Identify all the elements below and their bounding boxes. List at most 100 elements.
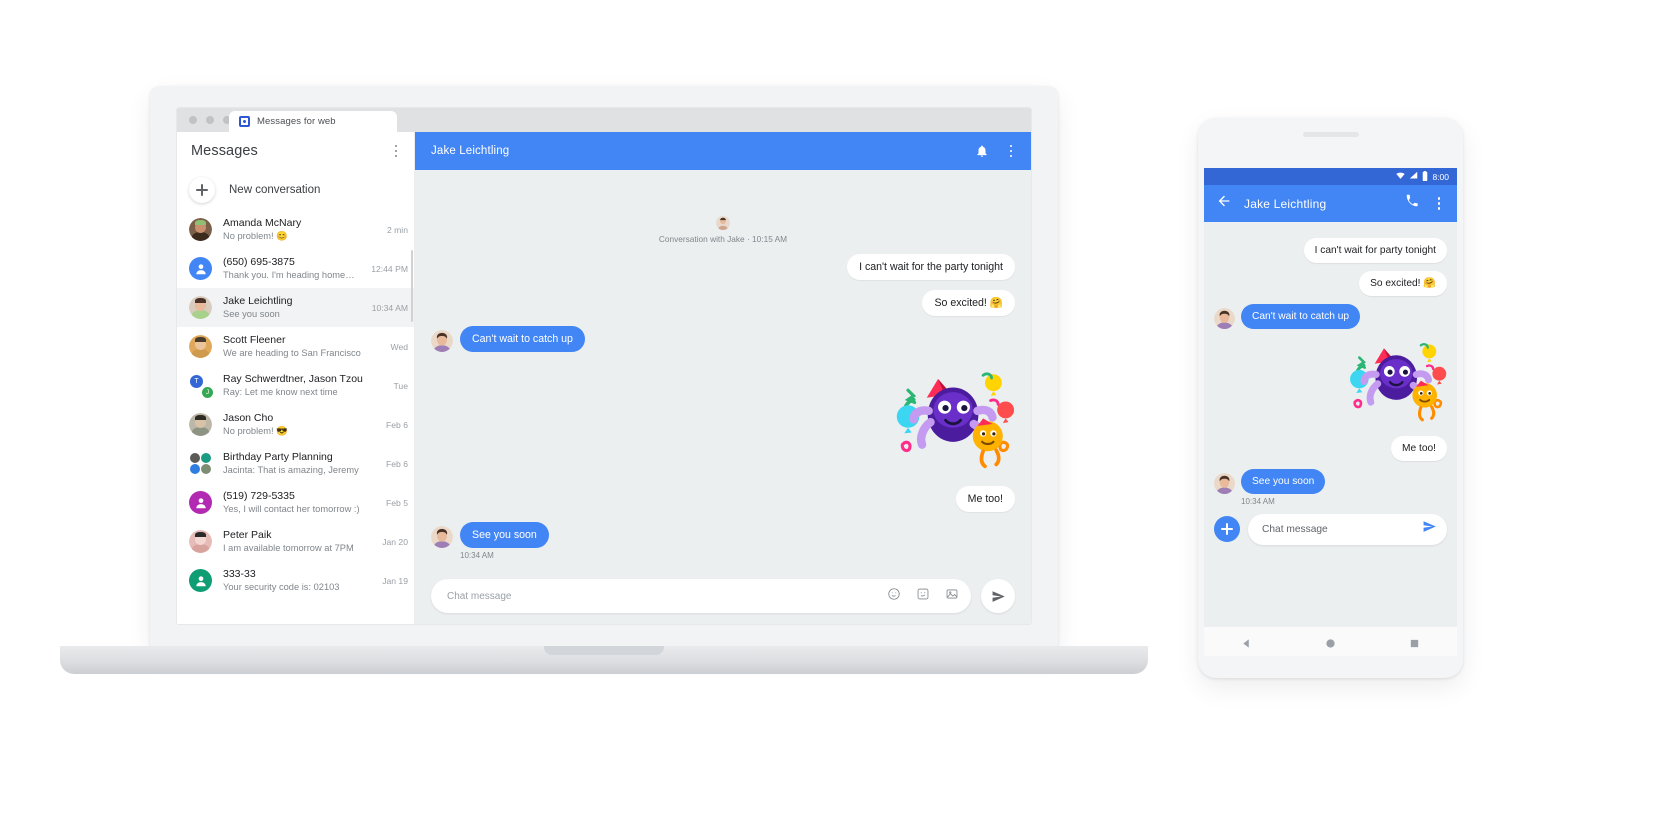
phone-nav-bar: [1204, 626, 1457, 656]
conversation-text: Ray Schwerdtner, Jason Tzou Ray: Let me k…: [223, 373, 379, 399]
more-vert-icon[interactable]: [388, 143, 404, 159]
chat-input-placeholder: Chat message: [447, 590, 512, 602]
avatar: [1214, 308, 1235, 329]
nav-back-triangle-icon[interactable]: [1241, 636, 1252, 648]
send-paper-plane-icon[interactable]: [981, 579, 1015, 613]
chat-more-vert-icon[interactable]: [1003, 143, 1019, 159]
message-row-out: I can't wait for party tonight: [1214, 238, 1447, 263]
message-row-out: Me too!: [431, 486, 1015, 512]
conversation-name: Jake Leichtling: [223, 294, 293, 307]
conversation-name: Amanda McNary: [223, 216, 302, 229]
sticker-icon[interactable]: [916, 587, 930, 606]
new-conversation-button[interactable]: New conversation: [177, 170, 414, 210]
phone-clock: 8:00: [1432, 171, 1449, 182]
avatar: [189, 569, 212, 592]
conversation-timestamp: 10:34 AM: [371, 302, 408, 313]
message-bubble: So excited! 🤗: [1359, 271, 1447, 296]
party-monster-sticker: [1347, 331, 1447, 428]
conversation-name: Birthday Party Planning: [223, 450, 333, 463]
conversation-text: Jake Leichtling See you soon: [223, 295, 357, 321]
conversation-snippet: We are heading to San Francisco: [223, 347, 361, 358]
arrow-back-icon[interactable]: [1216, 193, 1232, 214]
message-row-out: So excited! 🤗: [1214, 271, 1447, 296]
conversation-list-item[interactable]: (519) 729-5335 Yes, I will contact her to…: [177, 483, 414, 522]
signal-icon: [1409, 171, 1418, 182]
conversation-snippet: No problem! 😎: [223, 425, 288, 436]
conversation-timestamp: Feb 5: [386, 497, 408, 508]
message-bubble: Me too!: [1391, 436, 1447, 461]
avatar: [189, 257, 212, 280]
conversation-snippet: Jacinta: That is amazing, Jeremy: [223, 464, 359, 475]
sidebar-header: Messages: [177, 132, 414, 170]
conversation-text: Amanda McNary No problem! 😊: [223, 217, 372, 243]
avatar: [189, 296, 212, 319]
conversation-text: (519) 729-5335 Yes, I will contact her to…: [223, 490, 371, 516]
conversation-list-item[interactable]: T J Ray Schwerdtner, Jason Tzou Ray: Let me…: [177, 366, 414, 405]
message-timestamp: 10:34 AM: [460, 551, 494, 560]
message-bubble: I can't wait for the party tonight: [847, 254, 1015, 280]
sidebar-scrollbar[interactable]: [411, 250, 413, 322]
conversation-list-item[interactable]: (650) 695-3875 Thank you. I'm heading hom…: [177, 249, 414, 288]
conversation-snippet: No problem! 😊: [223, 230, 288, 241]
window-controls: [189, 116, 231, 124]
conversation-text: 333-33 Your security code is: 02103: [223, 568, 367, 594]
conversation-list-item[interactable]: Birthday Party Planning Jacinta: That is …: [177, 444, 414, 483]
message-row-in: Can't wait to catch up: [431, 326, 1015, 352]
conversation-list-item[interactable]: Jake Leichtling See you soon 10:34 AM: [177, 288, 414, 327]
conversation-name: Ray Schwerdtner, Jason Tzou: [223, 372, 363, 385]
nav-home-circle-icon[interactable]: [1325, 636, 1336, 648]
conversation-timestamp: Jan 19: [382, 575, 408, 586]
conversation-timestamp: Jan 20: [382, 536, 408, 547]
browser-tab[interactable]: Messages for web: [229, 111, 397, 132]
message-bubble: Can't wait to catch up: [460, 326, 585, 352]
conversation-start-text: Conversation with Jake · 10:15 AM: [658, 234, 788, 244]
phone-chat-placeholder: Chat message: [1262, 523, 1328, 535]
conversation-list-item[interactable]: 333-33 Your security code is: 02103 Jan 19: [177, 561, 414, 600]
conversation-list-item[interactable]: Jason Cho No problem! 😎 Feb 6: [177, 405, 414, 444]
party-monster-sticker: [893, 358, 1015, 476]
message-bubble: See you soon: [460, 522, 549, 548]
laptop-mockup: Messages for web Messages New conversati…: [60, 86, 1148, 676]
browser-tab-title: Messages for web: [257, 116, 336, 127]
message-row-in: Can't wait to catch up: [1214, 304, 1447, 329]
chat-input-box[interactable]: Chat message: [431, 579, 971, 613]
conversation-text: Jason Cho No problem! 😎: [223, 412, 371, 438]
message-row-in: See you soon: [1214, 469, 1447, 494]
conversation-text: (650) 695-3875 Thank you. I'm heading hom…: [223, 256, 356, 282]
conversation-name: Peter Paik: [223, 528, 272, 541]
phone-contact-name: Jake Leichtling: [1244, 196, 1327, 211]
message-bubble: Can't wait to catch up: [1241, 304, 1361, 329]
message-row-in: See you soon: [431, 522, 1015, 548]
emoji-smiley-icon[interactable]: [887, 587, 901, 606]
chat-contact-name: Jake Leichtling: [431, 145, 510, 157]
conversation-timestamp: Wed: [390, 341, 408, 352]
window-minimize-dot[interactable]: [206, 116, 214, 124]
conversation-timestamp: 2 min: [386, 224, 408, 235]
message-row-out: I can't wait for the party tonight: [431, 254, 1015, 280]
avatar: [189, 491, 212, 514]
window-close-dot[interactable]: [189, 116, 197, 124]
conversation-list-item[interactable]: Peter Paik I am available tomorrow at 7PM…: [177, 522, 414, 561]
conversation-name: (650) 695-3875: [223, 255, 295, 268]
plus-icon: [189, 177, 215, 203]
message-row-out: Me too!: [1214, 436, 1447, 461]
plus-icon[interactable]: [1214, 516, 1240, 542]
sticker-message-row: [1214, 331, 1447, 428]
avatar: [189, 413, 212, 436]
message-timestamp: 10:34 AM: [1241, 497, 1275, 506]
conversation-list-item[interactable]: Amanda McNary No problem! 😊 2 min: [177, 210, 414, 249]
send-paper-plane-icon[interactable]: [1422, 519, 1437, 539]
conversation-list-item[interactable]: Scott Fleener We are heading to San Franc…: [177, 327, 414, 366]
nav-recents-square-icon[interactable]: [1409, 636, 1420, 648]
conversation-start-banner: Conversation with Jake · 10:15 AM: [431, 216, 1015, 244]
phone-mockup: 8:00 Jake Leichtling I can't wait for pa…: [1198, 118, 1463, 678]
wifi-icon: [1396, 171, 1406, 182]
chat-header: Jake Leichtling: [415, 132, 1031, 170]
phone-screen: 8:00 Jake Leichtling I can't wait for pa…: [1204, 168, 1457, 626]
phone-chat-input[interactable]: Chat message: [1248, 513, 1447, 545]
phone-more-vert-icon[interactable]: [1431, 196, 1447, 212]
image-icon[interactable]: [945, 587, 959, 606]
conversation-snippet: I am available tomorrow at 7PM: [223, 542, 354, 553]
notifications-bell-icon[interactable]: [975, 144, 989, 158]
phone-call-icon[interactable]: [1405, 194, 1419, 213]
